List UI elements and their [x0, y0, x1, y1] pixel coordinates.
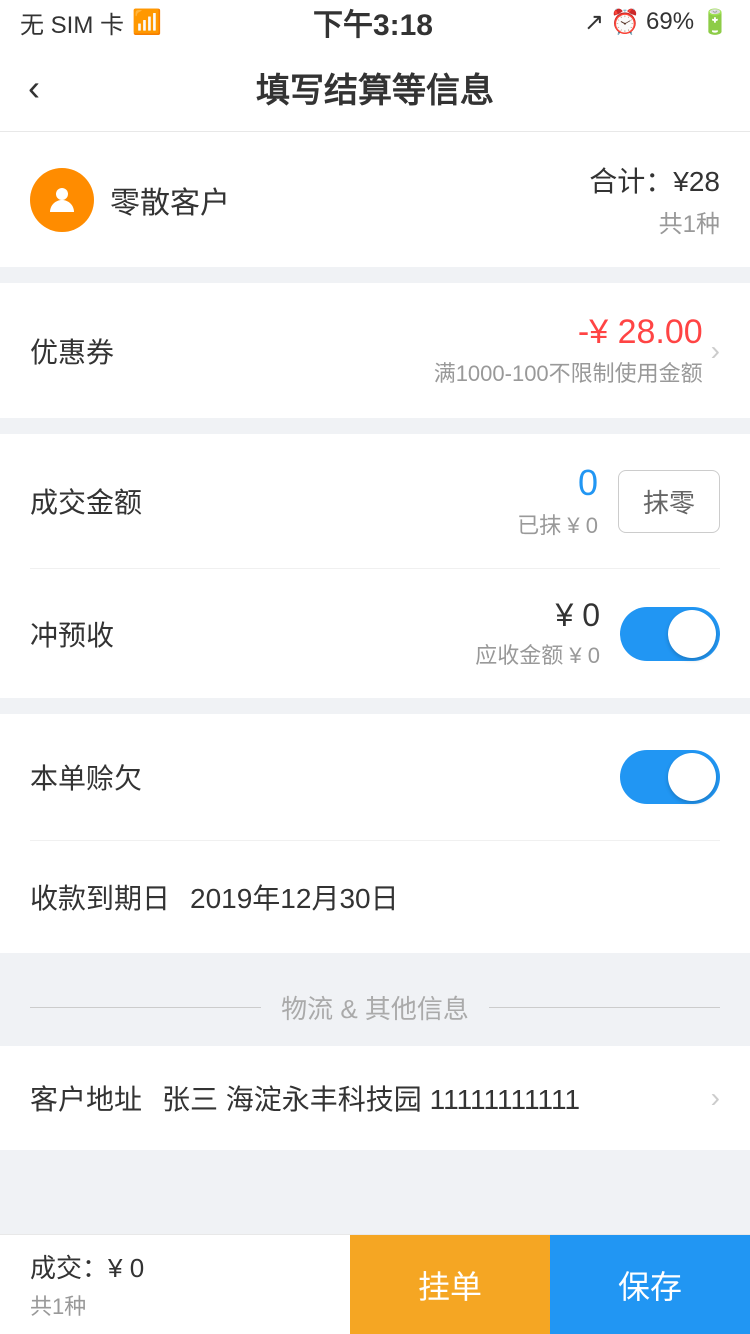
round-zero-button[interactable]: 抹零 [618, 470, 720, 533]
toggle-thumb [668, 610, 716, 658]
due-date-row: 收款到期日 2019年12月30日 [30, 841, 720, 953]
person-icon [44, 182, 80, 218]
status-time: 下午3:18 [313, 0, 433, 44]
customer-row: 零散客户 合计：¥28 共1种 [0, 132, 750, 267]
transaction-sub: 已抹 ¥ 0 [517, 508, 598, 540]
coupon-amount: -¥ 28.00 [434, 313, 703, 352]
due-date-label: 收款到期日 [30, 877, 170, 917]
divider-line-right [489, 1007, 720, 1008]
alarm-icon: ⏰ [610, 8, 640, 37]
status-right: ↗ ⏰ 69% 🔋 [584, 8, 730, 37]
transaction-value-group: 0 已抹 ¥ 0 [517, 462, 598, 540]
transaction-section: 成交金额 0 已抹 ¥ 0 抹零 冲预收 ¥ 0 应收金额 ¥ 0 [0, 434, 750, 698]
address-value: 张三 海淀永丰科技园 11111111111 [162, 1078, 711, 1118]
back-button[interactable]: ‹ [28, 67, 40, 109]
save-button[interactable]: 保存 [550, 1235, 750, 1334]
address-label: 客户地址 [30, 1078, 142, 1118]
prepay-row: 冲预收 ¥ 0 应收金额 ¥ 0 [30, 569, 720, 698]
customer-section: 零散客户 合计：¥28 共1种 [0, 132, 750, 267]
customer-name: 零散客户 [110, 178, 230, 222]
prepay-sub: 应收金额 ¥ 0 [475, 638, 600, 670]
logistics-divider: 物流 & 其他信息 [0, 969, 750, 1046]
prepay-value-group: ¥ 0 应收金额 ¥ 0 [475, 597, 600, 670]
divider-line-left [30, 1007, 261, 1008]
bottom-transaction: 成交：¥ 0 [30, 1248, 320, 1285]
hold-button[interactable]: 挂单 [350, 1235, 550, 1334]
transaction-label: 成交金额 [30, 481, 142, 521]
customer-right: 合计：¥28 共1种 [589, 160, 720, 239]
bottom-transaction-value: ¥ 0 [108, 1253, 144, 1283]
bottom-count: 共1种 [30, 1289, 320, 1321]
coupon-section: 优惠券 -¥ 28.00 满1000-100不限制使用金额 › [0, 283, 750, 418]
debit-label: 本单赊欠 [30, 757, 142, 797]
prepay-toggle[interactable] [620, 607, 720, 661]
avatar [30, 168, 94, 232]
customer-left: 零散客户 [30, 168, 230, 232]
transaction-right: 0 已抹 ¥ 0 抹零 [517, 462, 720, 540]
address-chevron-icon: › [711, 1082, 720, 1114]
bottom-info: 成交：¥ 0 共1种 [0, 1235, 350, 1334]
battery-text: 69% [646, 8, 694, 36]
coupon-desc: 满1000-100不限制使用金额 [434, 356, 703, 388]
due-date-value: 2019年12月30日 [190, 877, 399, 917]
bottom-bar: 成交：¥ 0 共1种 挂单 保存 [0, 1234, 750, 1334]
coupon-row[interactable]: 优惠券 -¥ 28.00 满1000-100不限制使用金额 › [0, 283, 750, 418]
total-count: 共1种 [589, 204, 720, 239]
prepay-amount: ¥ 0 [475, 597, 600, 634]
debit-section: 本单赊欠 收款到期日 2019年12月30日 [0, 714, 750, 953]
nav-bar: ‹ 填写结算等信息 [0, 44, 750, 132]
wifi-icon: 📶 [132, 8, 162, 37]
prepay-right: ¥ 0 应收金额 ¥ 0 [475, 597, 720, 670]
coupon-label: 优惠券 [30, 331, 114, 371]
bottom-transaction-label: 成交： [30, 1253, 108, 1283]
coupon-right: -¥ 28.00 满1000-100不限制使用金额 › [434, 313, 720, 388]
no-sim-text: 无 SIM 卡 [20, 5, 124, 40]
coupon-info: -¥ 28.00 满1000-100不限制使用金额 [434, 313, 703, 388]
transaction-value: 0 [517, 462, 598, 504]
transaction-row: 成交金额 0 已抹 ¥ 0 抹零 [30, 434, 720, 569]
debit-toggle-thumb [668, 753, 716, 801]
logistics-label: 物流 & 其他信息 [281, 989, 469, 1026]
status-left: 无 SIM 卡 📶 [20, 5, 162, 40]
location-icon: ↗ [584, 8, 604, 37]
prepay-label: 冲预收 [30, 614, 114, 654]
status-bar: 无 SIM 卡 📶 下午3:18 ↗ ⏰ 69% 🔋 [0, 0, 750, 44]
debit-row: 本单赊欠 [30, 714, 720, 841]
debit-toggle[interactable] [620, 750, 720, 804]
page-title: 填写结算等信息 [256, 63, 494, 112]
total-amount: 合计：¥28 [589, 160, 720, 200]
address-section: 客户地址 张三 海淀永丰科技园 11111111111 › [0, 1046, 750, 1150]
chevron-right-icon: › [711, 335, 720, 367]
battery-icon: 🔋 [700, 8, 730, 37]
address-row[interactable]: 客户地址 张三 海淀永丰科技园 11111111111 › [30, 1046, 720, 1150]
